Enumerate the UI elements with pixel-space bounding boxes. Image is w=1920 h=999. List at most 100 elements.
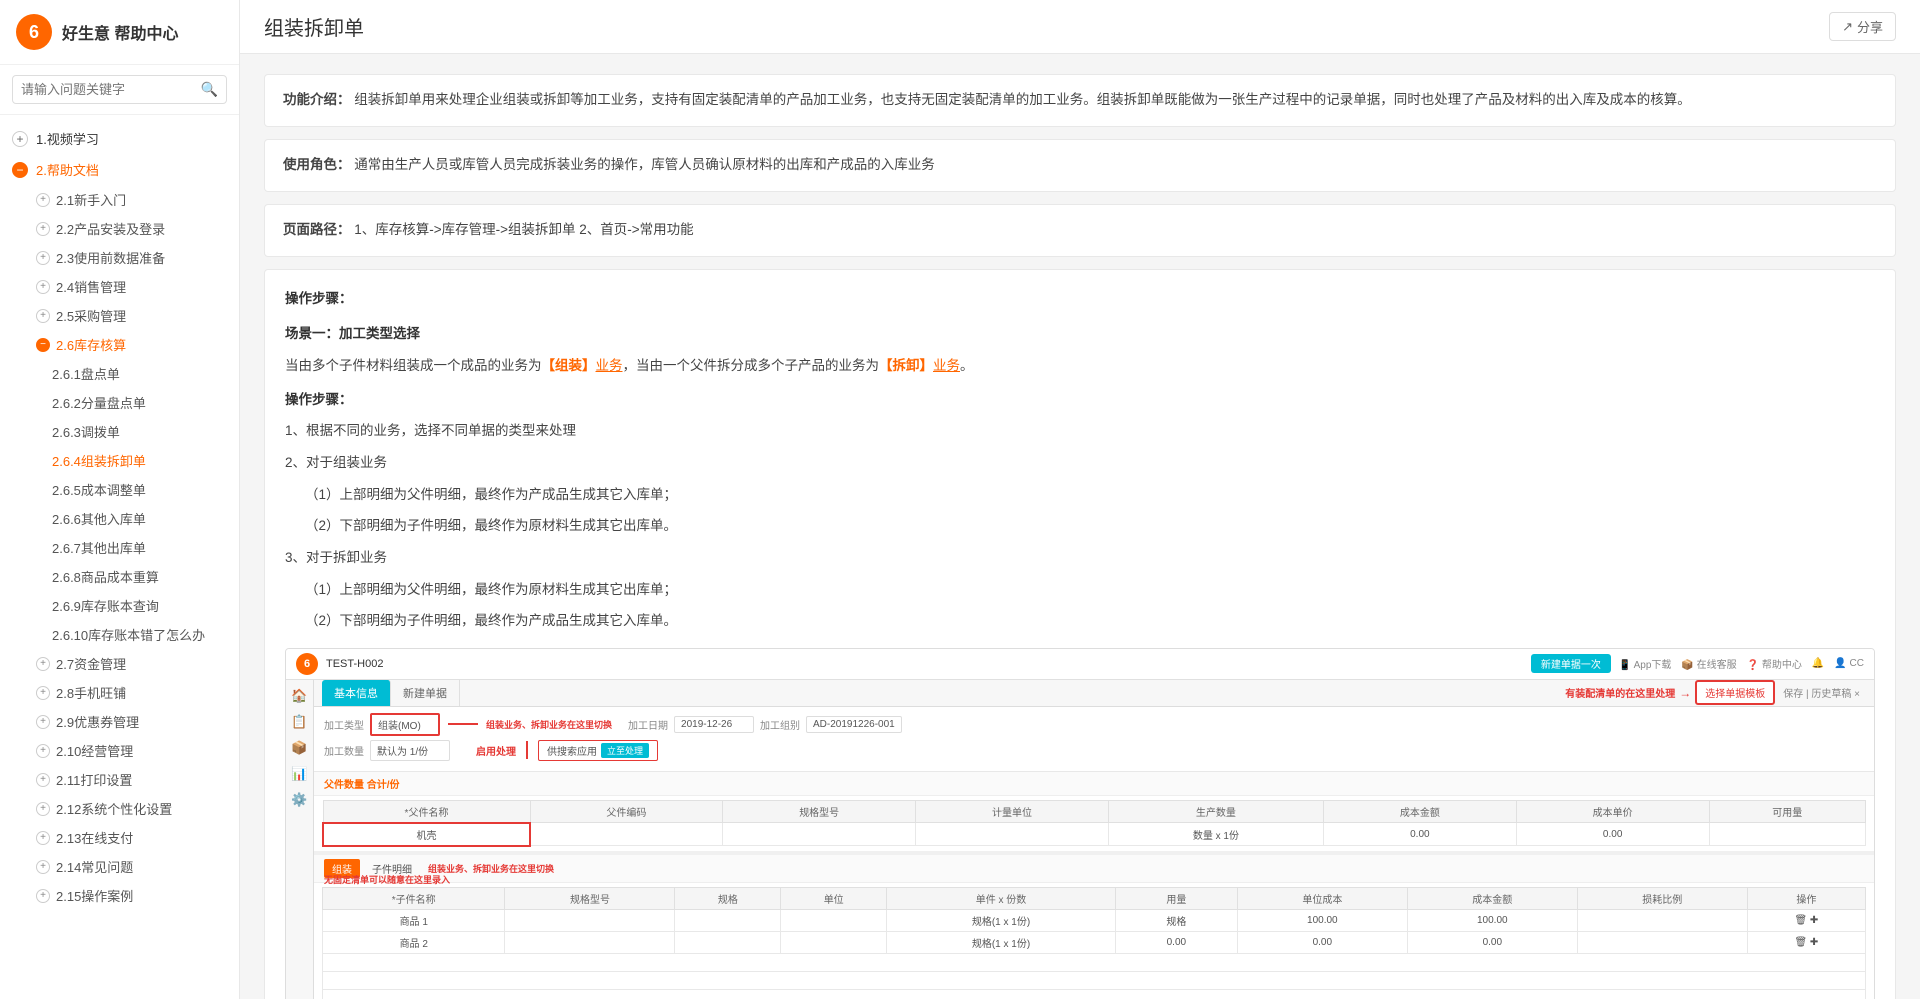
mini-expand-2-4: +: [36, 280, 50, 294]
mock-tab-new[interactable]: 新建单据: [391, 680, 460, 706]
ops-steps-label2: 操作步骤：: [285, 392, 353, 407]
screenshot-container: 6 TEST-H002 新建单据一次 📱 App下载 📦 在线客服 ❓ 帮助中心…: [285, 648, 1875, 999]
nav-sub-2-1[interactable]: + 2.1新手入门: [0, 185, 239, 214]
nav-leaf-2-6-10[interactable]: 2.6.10库存账本错了怎么办: [0, 620, 239, 649]
mock-app-icon5: 👤 CC: [1834, 658, 1864, 669]
nav-leaf-2-6-1[interactable]: 2.6.1盘点单: [0, 359, 239, 388]
brow2-unit: [781, 931, 887, 953]
brow2-name: 商品 2: [323, 931, 505, 953]
mock-bottom-section-header: 组装 子件明细 组装业务、拆卸业务在这里切换: [314, 855, 1874, 883]
mock-top-section-header: 父件数量 合计/份: [314, 772, 1874, 796]
nav-sub-2-9[interactable]: + 2.9优惠券管理: [0, 707, 239, 736]
nav-leaf-2-6-3[interactable]: 2.6.3调拨单: [0, 417, 239, 446]
mock-quantity-field[interactable]: 默认为 1/份: [370, 740, 450, 761]
bcol-qty: 单件 x 份数: [887, 887, 1116, 909]
col-parent-code: 父件编码: [530, 800, 723, 823]
step2-text: 2、对于组装业务: [285, 450, 1875, 476]
share-icon: ↗: [1842, 19, 1853, 35]
role-text: 通常由生产人员或库管人员完成拆装业务的操作，库管人员确认原材料的出库和产成品的入…: [354, 157, 935, 172]
mock-bottom-table-area: 无固定清单可以随意在这里录入 *子件名称 规格型号 规格 单位: [314, 883, 1874, 999]
expand-icon-2: −: [12, 162, 28, 178]
mock-form-row-2: 加工数量 默认为 1/份 启用处理 供搜索应用 立至处理: [324, 740, 1864, 761]
step3-sub2: （2）下部明细为子件明细，最终作为产成品生成其它入库单。: [285, 608, 1875, 634]
mini-expand-2-12: +: [36, 802, 50, 816]
mock-apply-btn[interactable]: 立至处理: [601, 743, 649, 758]
nav-leaf-2-6-5[interactable]: 2.6.5成本调整单: [0, 475, 239, 504]
nav-sub-2-6[interactable]: − 2.6库存核算: [0, 330, 239, 359]
mini-expand-2-14: +: [36, 860, 50, 874]
nav-section-2[interactable]: − 2.帮助文档: [0, 154, 239, 185]
nav-sub-2-4[interactable]: + 2.4销售管理: [0, 272, 239, 301]
mock-screenshot: 6 TEST-H002 新建单据一次 📱 App下载 📦 在线客服 ❓ 帮助中心…: [286, 649, 1874, 999]
mock-doc-type-field[interactable]: 组装(MO): [370, 713, 440, 736]
function-intro-label: 功能介绍：: [283, 92, 351, 107]
nav-leaf-2-6-6[interactable]: 2.6.6其他入库单: [0, 504, 239, 533]
search-icon[interactable]: 🔍: [201, 81, 218, 98]
share-button[interactable]: ↗ 分享: [1829, 12, 1896, 41]
mock-top-row-1: 机壳 数量 x 1份 0.00 0.00: [323, 823, 1866, 846]
brow1-uc1: 100.00: [1237, 909, 1407, 931]
mock-date-field[interactable]: 2019-12-26: [674, 716, 754, 733]
mock-company-name: TEST-H002: [326, 658, 1523, 670]
brow2-s2: [675, 931, 781, 953]
nav-leaf-2-6-7[interactable]: 2.6.7其他出库单: [0, 533, 239, 562]
nav-leaf-2-6-2[interactable]: 2.6.2分量盘点单: [0, 388, 239, 417]
brow1-s1: [505, 909, 675, 931]
nav-tree: + 1.视频学习 − 2.帮助文档 + 2.1新手入门 + 2.2产品安装及登录…: [0, 115, 239, 999]
nav-sub-2-15[interactable]: + 2.15操作案例: [0, 881, 239, 910]
mini-expand-2-8: +: [36, 686, 50, 700]
mock-select-bill-btn[interactable]: 选择单据模板: [1695, 680, 1775, 705]
nav-section-2-label: 2.帮助文档: [36, 160, 99, 179]
nav-sub-2-2[interactable]: + 2.2产品安装及登录: [0, 214, 239, 243]
mock-top-cell-name: 机壳: [323, 823, 530, 846]
bcol-unit-cost2: 成本金额: [1407, 887, 1577, 909]
nav-sub-2-10[interactable]: + 2.10经营管理: [0, 736, 239, 765]
mini-expand-2-15: +: [36, 889, 50, 903]
mock-bottom-header-row: *子件名称 规格型号 规格 单位 单件 x 份数 用量 单位成本 成本金额: [323, 887, 1866, 909]
bcol-name: *子件名称: [323, 887, 505, 909]
bcol-loss: 损耗比例: [1577, 887, 1747, 909]
mock-top-cell-unit: [916, 823, 1109, 846]
logo-area: 6 好生意 帮助中心: [0, 0, 239, 65]
brow2-op: 🗑 ✚: [1747, 931, 1865, 953]
function-intro-box: 功能介绍： 组装拆卸单用来处理企业组装或拆卸等加工业务，支持有固定装配清单的产品…: [264, 74, 1896, 127]
mock-top-cell-qty: 数量 x 1份: [1108, 823, 1323, 846]
brow1-qty: 规格(1 x 1份): [887, 909, 1116, 931]
nav-leaf-2-6-8[interactable]: 2.6.8商品成本重算: [0, 562, 239, 591]
mock-top-cell-avail: [1709, 823, 1865, 846]
nav-sub-2-3[interactable]: + 2.3使用前数据准备: [0, 243, 239, 272]
mock-logo: 6: [296, 653, 318, 675]
nav-sub-2-11[interactable]: + 2.11打印设置: [0, 765, 239, 794]
nav-leaf-2-6-4[interactable]: 2.6.4组装拆卸单: [0, 446, 239, 475]
mock-bottom-row-5: [323, 989, 1866, 999]
mock-enabled-field[interactable]: 供搜索应用 立至处理: [538, 740, 658, 761]
mock-icon-list: 📋: [291, 714, 307, 730]
steps-block: 操作步骤： 场景一：加工类型选择 当由多个子件材料组装成一个成品的业务为【组装】…: [264, 269, 1896, 999]
mock-top-cell-spec: [723, 823, 916, 846]
col-cost-amt: 成本金额: [1323, 800, 1516, 823]
mock-top-table-header: *父件名称 父件编码 规格型号 计量单位 生产数量 成本金额 成本单价 可用量: [323, 800, 1866, 823]
brow1-loss: [1577, 909, 1747, 931]
mock-tab-basic[interactable]: 基本信息: [322, 680, 391, 706]
zhuangzhuang-ye: 业务: [596, 358, 623, 373]
search-input[interactable]: [21, 82, 201, 97]
mock-app-icon2: 📦 在线客服: [1681, 656, 1736, 671]
brow2-s1: [505, 931, 675, 953]
brow1-name: 商品 1: [323, 909, 505, 931]
nav-sub-2-8[interactable]: + 2.8手机旺铺: [0, 678, 239, 707]
step2-sub2: （2）下部明细为子件明细，最终作为原材料生成其它出库单。: [285, 513, 1875, 539]
path-label: 页面路径：: [283, 222, 351, 237]
mock-icon-box: 📦: [291, 740, 307, 756]
nav-sub-2-12[interactable]: + 2.12系统个性化设置: [0, 794, 239, 823]
nav-section-1[interactable]: + 1.视频学习: [0, 123, 239, 154]
nav-sub-2-5[interactable]: + 2.5采购管理: [0, 301, 239, 330]
mock-search-label: 供搜索应用: [547, 743, 597, 758]
nav-sub-2-14[interactable]: + 2.14常见问题: [0, 852, 239, 881]
annotation-1-area: 有装配清单的在这里处理 → 选择单据模板 保存 | 历史草稿 ×: [1565, 680, 1860, 705]
mock-new-doc-btn[interactable]: 新建单据一次: [1531, 654, 1611, 673]
nav-sub-2-13[interactable]: + 2.13在线支付: [0, 823, 239, 852]
nav-leaf-2-6-9[interactable]: 2.6.9库存账本查询: [0, 591, 239, 620]
mock-group-field[interactable]: AD-20191226-001: [806, 716, 902, 733]
mock-main-area: 基本信息 新建单据 有装配清单的在这里处理 → 选择: [314, 680, 1874, 999]
nav-sub-2-7[interactable]: + 2.7资金管理: [0, 649, 239, 678]
